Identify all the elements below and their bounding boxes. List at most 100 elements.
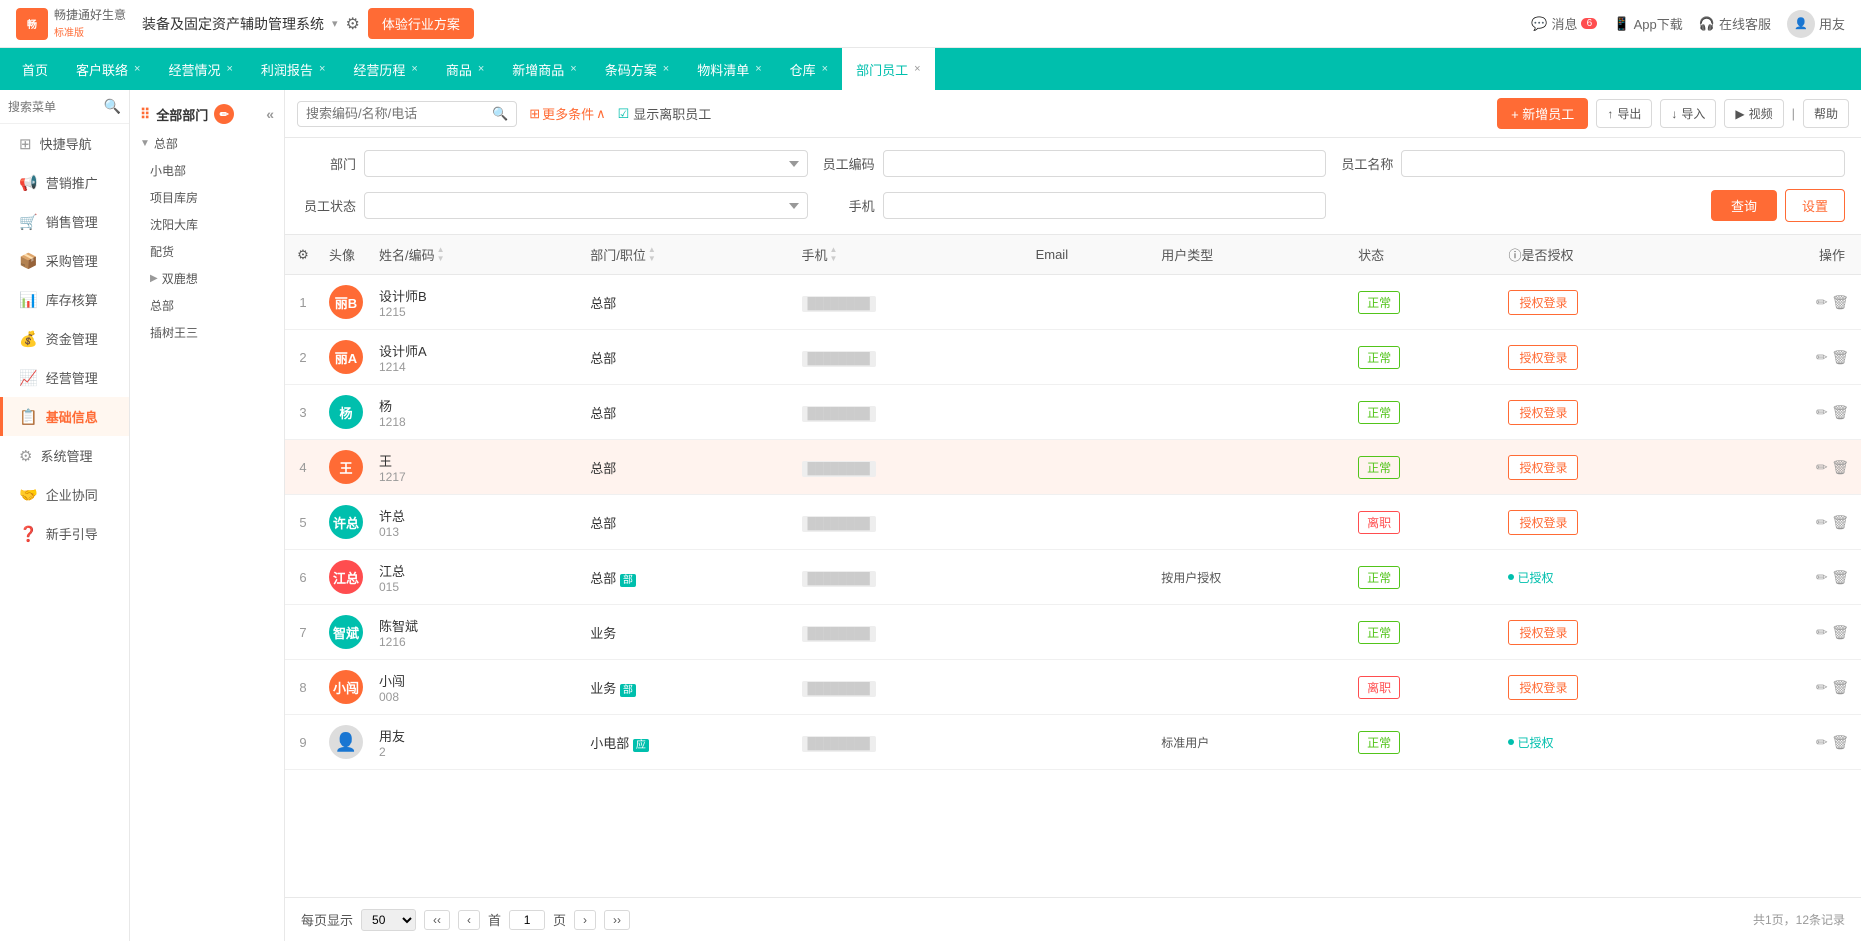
import-btn[interactable]: ↓ 导入	[1660, 99, 1716, 128]
col-phone[interactable]: 手机 ▲ ▼	[794, 235, 1028, 275]
tab-new-goods-close[interactable]: ×	[570, 63, 576, 75]
edit-btn[interactable]: ✏	[1816, 404, 1828, 420]
auth-btn[interactable]: 授权登录	[1508, 345, 1578, 370]
filter-settings-btn[interactable]: 设置	[1785, 189, 1845, 222]
edit-btn[interactable]: ✏	[1816, 569, 1828, 585]
emp-code-input[interactable]	[883, 150, 1327, 177]
dept-node-general[interactable]: 总部	[130, 292, 284, 319]
system-title-dropdown[interactable]: ▾	[332, 17, 338, 30]
sidebar-item-marketing[interactable]: 📢 营销推广	[0, 163, 129, 202]
auth-btn[interactable]: 授权登录	[1508, 290, 1578, 315]
dept-node-headquarter[interactable]: ▼ 总部	[130, 130, 284, 157]
dept-tree-collapse[interactable]: «	[266, 106, 274, 122]
tab-barcode[interactable]: 条码方案 ×	[591, 48, 683, 90]
auth-btn[interactable]: 授权登录	[1508, 455, 1578, 480]
edit-btn[interactable]: ✏	[1816, 624, 1828, 640]
auth-btn[interactable]: 授权登录	[1508, 510, 1578, 535]
delete-btn[interactable]: 🗑	[1831, 514, 1849, 530]
dept-edit-btn[interactable]: ✏	[214, 104, 234, 124]
delete-btn[interactable]: 🗑	[1831, 734, 1849, 750]
tab-bom-close[interactable]: ×	[755, 63, 761, 75]
per-page-select[interactable]: 50 20 100	[361, 909, 416, 931]
view-btn[interactable]: ▶ 视频	[1724, 99, 1783, 128]
tab-warehouse[interactable]: 仓库 ×	[776, 48, 842, 90]
tab-customer[interactable]: 客户联络 ×	[62, 48, 154, 90]
sidebar-item-purchase[interactable]: 📦 采购管理	[0, 241, 129, 280]
tab-barcode-close[interactable]: ×	[663, 63, 669, 75]
online-service-btn[interactable]: 🎧 在线客服	[1699, 14, 1771, 33]
col-dept[interactable]: 部门/职位 ▲ ▼	[582, 235, 793, 275]
next-page-btn[interactable]: ›	[574, 910, 596, 930]
try-btn[interactable]: 体验行业方案	[368, 8, 474, 39]
sidebar-item-basic-info[interactable]: 📋 基础信息	[0, 397, 129, 436]
add-employee-btn[interactable]: + 新增员工	[1497, 98, 1588, 129]
last-page-btn[interactable]: ››	[604, 910, 630, 930]
app-download-btn[interactable]: 📱 App下载	[1613, 14, 1682, 33]
first-page-btn[interactable]: ‹‹	[424, 910, 450, 930]
tab-home[interactable]: 首页	[8, 48, 62, 90]
search-btn[interactable]: 查询	[1711, 190, 1777, 221]
status-filter-select[interactable]	[364, 192, 808, 219]
auth-btn[interactable]: 授权登录	[1508, 675, 1578, 700]
tab-operations[interactable]: 经营情况 ×	[154, 48, 246, 90]
sidebar-item-system[interactable]: ⚙ 系统管理	[0, 436, 129, 475]
tab-profit[interactable]: 利润报告 ×	[247, 48, 339, 90]
sidebar-item-sales[interactable]: 🛒 销售管理	[0, 202, 129, 241]
dept-node-double-deer[interactable]: ▶ 双鹿想	[130, 265, 284, 292]
delete-btn[interactable]: 🗑	[1831, 624, 1849, 640]
dept-node-distribution[interactable]: 配货	[130, 238, 284, 265]
edit-btn[interactable]: ✏	[1816, 679, 1828, 695]
settings-icon[interactable]: ⚙	[346, 14, 360, 34]
page-number-input[interactable]	[509, 910, 545, 930]
show-resigned-toggle[interactable]: ☑ 显示离职员工	[618, 104, 712, 123]
edit-btn[interactable]: ✏	[1816, 349, 1828, 365]
delete-btn[interactable]: 🗑	[1831, 294, 1849, 310]
tab-employees[interactable]: 部门员工 ×	[842, 48, 934, 90]
more-conditions-btn[interactable]: ⊞ 更多条件 ∧	[529, 104, 605, 123]
sidebar-item-quick-nav[interactable]: ⊞ 快捷导航	[0, 124, 129, 163]
delete-btn[interactable]: 🗑	[1831, 459, 1849, 475]
tab-new-goods[interactable]: 新增商品 ×	[498, 48, 590, 90]
tab-goods-close[interactable]: ×	[478, 63, 484, 75]
edit-btn[interactable]: ✏	[1816, 514, 1828, 530]
sidebar-item-collab[interactable]: 🤝 企业协同	[0, 475, 129, 514]
delete-btn[interactable]: 🗑	[1831, 569, 1849, 585]
sidebar-item-guide[interactable]: ❓ 新手引导	[0, 514, 129, 553]
dept-node-insert-tree[interactable]: 插树王三	[130, 319, 284, 346]
sidebar-item-finance[interactable]: 💰 资金管理	[0, 319, 129, 358]
tab-history-close[interactable]: ×	[411, 63, 417, 75]
tab-goods[interactable]: 商品 ×	[432, 48, 498, 90]
phone-input[interactable]	[883, 192, 1327, 219]
edit-btn[interactable]: ✏	[1816, 734, 1828, 750]
search-icon[interactable]: 🔍	[492, 106, 508, 122]
prev-page-btn[interactable]: ‹	[458, 910, 480, 930]
search-input[interactable]	[306, 106, 486, 121]
phone-sort[interactable]: 手机 ▲ ▼	[802, 245, 838, 264]
auth-btn[interactable]: 授权登录	[1508, 400, 1578, 425]
export-btn[interactable]: ↑ 导出	[1596, 99, 1652, 128]
sidebar-item-operations[interactable]: 📈 经营管理	[0, 358, 129, 397]
message-btn[interactable]: 💬 消息 6	[1531, 14, 1597, 33]
name-sort[interactable]: 姓名/编码 ▲ ▼	[379, 245, 445, 264]
edit-btn[interactable]: ✏	[1816, 294, 1828, 310]
delete-btn[interactable]: 🗑	[1831, 349, 1849, 365]
delete-btn[interactable]: 🗑	[1831, 404, 1849, 420]
col-name[interactable]: 姓名/编码 ▲ ▼	[371, 235, 582, 275]
sidebar-item-inventory[interactable]: 📊 库存核算	[0, 280, 129, 319]
dept-filter-select[interactable]	[364, 150, 808, 177]
dept-node-project-warehouse[interactable]: 项目库房	[130, 184, 284, 211]
tab-profit-close[interactable]: ×	[319, 63, 325, 75]
tab-operations-close[interactable]: ×	[226, 63, 232, 75]
sidebar-search-input[interactable]	[8, 100, 104, 114]
tab-warehouse-close[interactable]: ×	[822, 63, 828, 75]
user-menu[interactable]: 👤 用友	[1787, 10, 1845, 38]
tab-employees-close[interactable]: ×	[914, 63, 920, 75]
tab-history[interactable]: 经营历程 ×	[339, 48, 431, 90]
tab-bom[interactable]: 物料清单 ×	[683, 48, 775, 90]
dept-sort[interactable]: 部门/职位 ▲ ▼	[590, 245, 656, 264]
help-btn[interactable]: 帮助	[1803, 99, 1849, 128]
auth-btn[interactable]: 授权登录	[1508, 620, 1578, 645]
tab-customer-close[interactable]: ×	[134, 63, 140, 75]
dept-node-shenyang[interactable]: 沈阳大库	[130, 211, 284, 238]
dept-node-small-electric[interactable]: 小电部	[130, 157, 284, 184]
